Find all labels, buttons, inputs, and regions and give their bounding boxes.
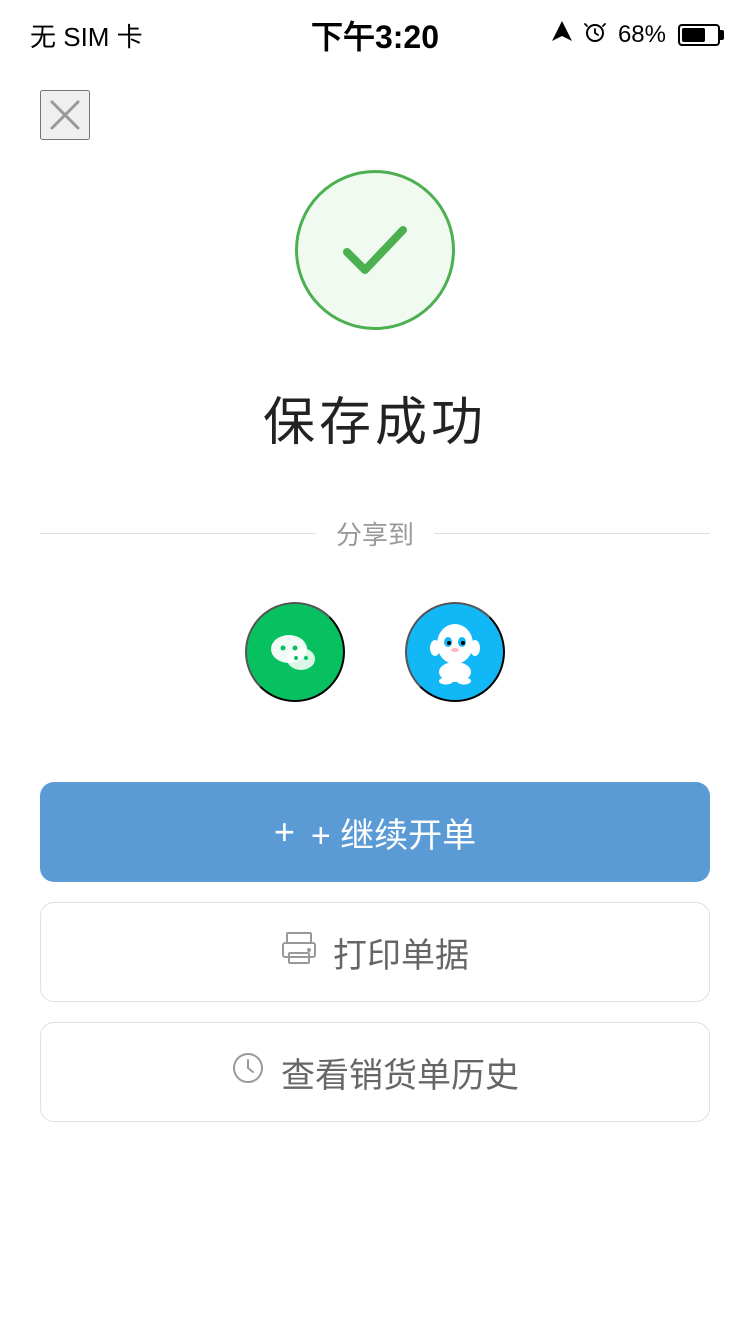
status-right: 68% — [552, 21, 720, 50]
status-left: 无 SIM 卡 — [30, 17, 153, 54]
success-icon-circle — [295, 170, 455, 330]
print-label: 打印单据 — [333, 928, 469, 977]
plus-icon: + — [274, 811, 295, 853]
battery-percent: 68% — [618, 21, 666, 49]
location-icon — [552, 21, 572, 50]
printer-icon — [281, 931, 317, 974]
share-divider: 分享到 — [40, 515, 710, 552]
success-title: 保存成功 — [263, 380, 487, 455]
wechat-share-button[interactable] — [245, 602, 345, 702]
continue-order-label: + 继续开单 — [311, 808, 476, 857]
clock-icon — [231, 1051, 265, 1094]
action-buttons: + + 继续开单 打印单据 查看销货单历 — [40, 782, 710, 1122]
main-content: 保存成功 分享到 — [0, 70, 750, 1142]
checkmark-icon — [335, 210, 415, 290]
close-button[interactable] — [40, 90, 90, 140]
wechat-icon — [267, 627, 323, 677]
history-button[interactable]: 查看销货单历史 — [40, 1022, 710, 1122]
history-label: 查看销货单历史 — [281, 1048, 519, 1097]
carrier-text: 无 SIM 卡 — [30, 17, 143, 54]
battery-icon — [678, 24, 720, 46]
print-button[interactable]: 打印单据 — [40, 902, 710, 1002]
qq-share-button[interactable] — [405, 602, 505, 702]
divider-label: 分享到 — [336, 515, 414, 552]
status-bar: 无 SIM 卡 下午3:20 68% — [0, 0, 750, 70]
qq-icon — [426, 618, 484, 686]
time-display: 下午3:20 — [311, 12, 439, 58]
divider-left — [40, 533, 316, 534]
continue-order-button[interactable]: + + 继续开单 — [40, 782, 710, 882]
alarm-icon — [584, 21, 606, 50]
divider-right — [434, 533, 710, 534]
share-icons-container — [245, 602, 505, 702]
